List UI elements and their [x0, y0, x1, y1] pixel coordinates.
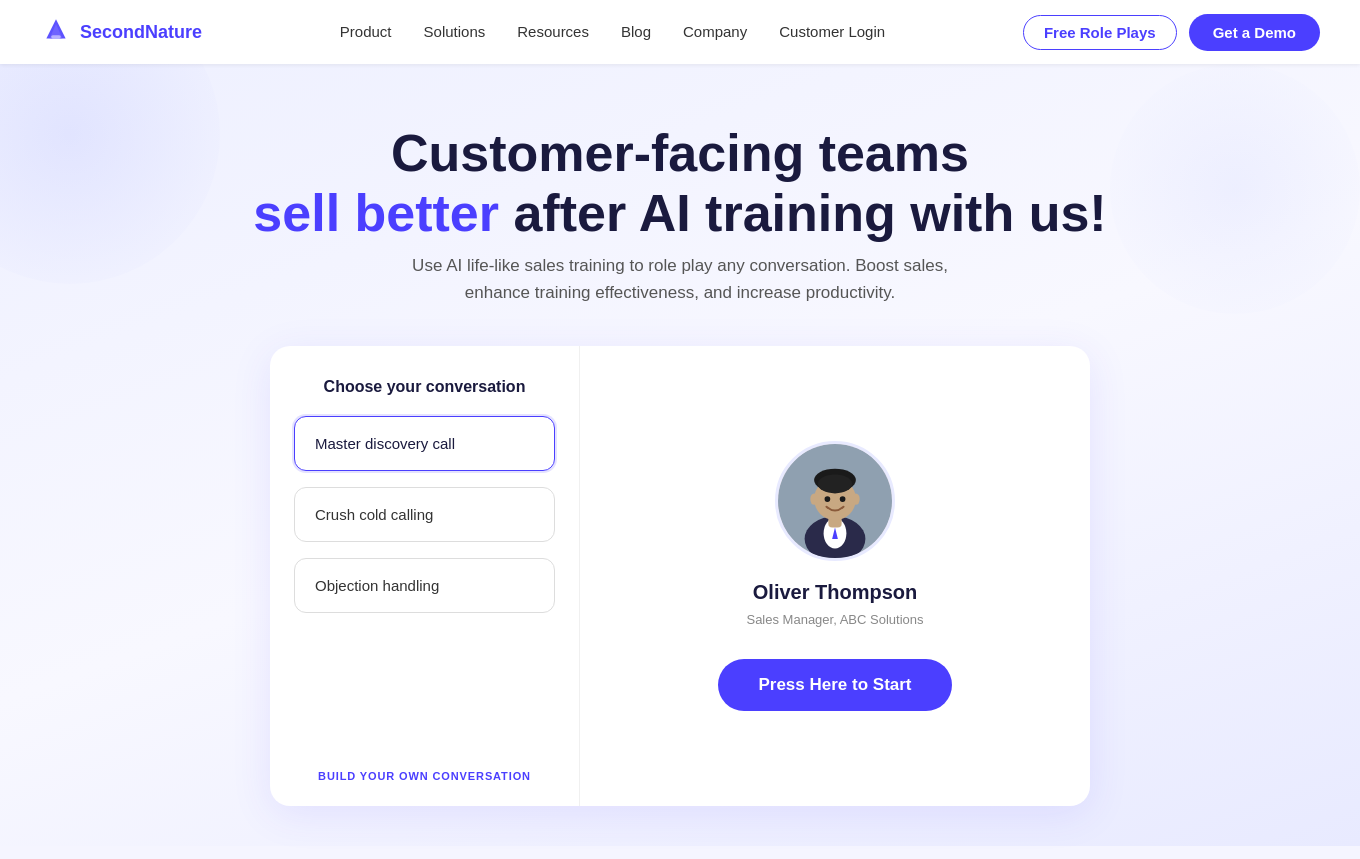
build-own-conversation-link[interactable]: BUILD YOUR OWN CONVERSATION	[294, 770, 555, 782]
svg-point-10	[818, 474, 852, 493]
option-master-discovery[interactable]: Master discovery call	[294, 416, 555, 471]
hero-title: Customer-facing teams sell better after …	[20, 124, 1340, 244]
start-button[interactable]: Press Here to Start	[718, 659, 951, 711]
navbar: SecondNature Product Solutions Resources…	[0, 0, 1360, 64]
agent-avatar	[775, 441, 895, 561]
svg-rect-2	[51, 35, 61, 38]
option-objection-handling[interactable]: Objection handling	[294, 558, 555, 613]
hero-section: Customer-facing teams sell better after …	[0, 64, 1360, 846]
logo-icon	[40, 16, 72, 48]
svg-point-12	[840, 496, 846, 502]
nav-product[interactable]: Product	[340, 23, 392, 40]
hero-subtitle: Use AI life-like sales training to role …	[390, 252, 970, 306]
bottom-section: World-class companies choose Second Natu…	[0, 846, 1360, 859]
card-right-panel: Oliver Thompson Sales Manager, ABC Solut…	[580, 346, 1090, 806]
nav-customer-login[interactable]: Customer Login	[779, 23, 885, 40]
agent-name: Oliver Thompson	[753, 581, 917, 604]
free-role-plays-button[interactable]: Free Role Plays	[1023, 15, 1177, 50]
avatar-image	[778, 441, 892, 561]
nav-solutions[interactable]: Solutions	[424, 23, 486, 40]
get-demo-button[interactable]: Get a Demo	[1189, 14, 1320, 51]
option-crush-cold-calling[interactable]: Crush cold calling	[294, 487, 555, 542]
card-left-panel: Choose your conversation Master discover…	[270, 346, 580, 806]
logo[interactable]: SecondNature	[40, 16, 202, 48]
card-left-title: Choose your conversation	[294, 378, 555, 396]
conversation-card: Choose your conversation Master discover…	[270, 346, 1090, 806]
nav-cta-group: Free Role Plays Get a Demo	[1023, 14, 1320, 51]
svg-point-11	[825, 496, 831, 502]
nav-company[interactable]: Company	[683, 23, 747, 40]
svg-point-14	[852, 493, 860, 504]
nav-resources[interactable]: Resources	[517, 23, 589, 40]
agent-title: Sales Manager, ABC Solutions	[746, 612, 923, 627]
logo-text: SecondNature	[80, 22, 202, 43]
nav-blog[interactable]: Blog	[621, 23, 651, 40]
nav-links: Product Solutions Resources Blog Company…	[340, 23, 885, 41]
svg-point-13	[810, 493, 818, 504]
